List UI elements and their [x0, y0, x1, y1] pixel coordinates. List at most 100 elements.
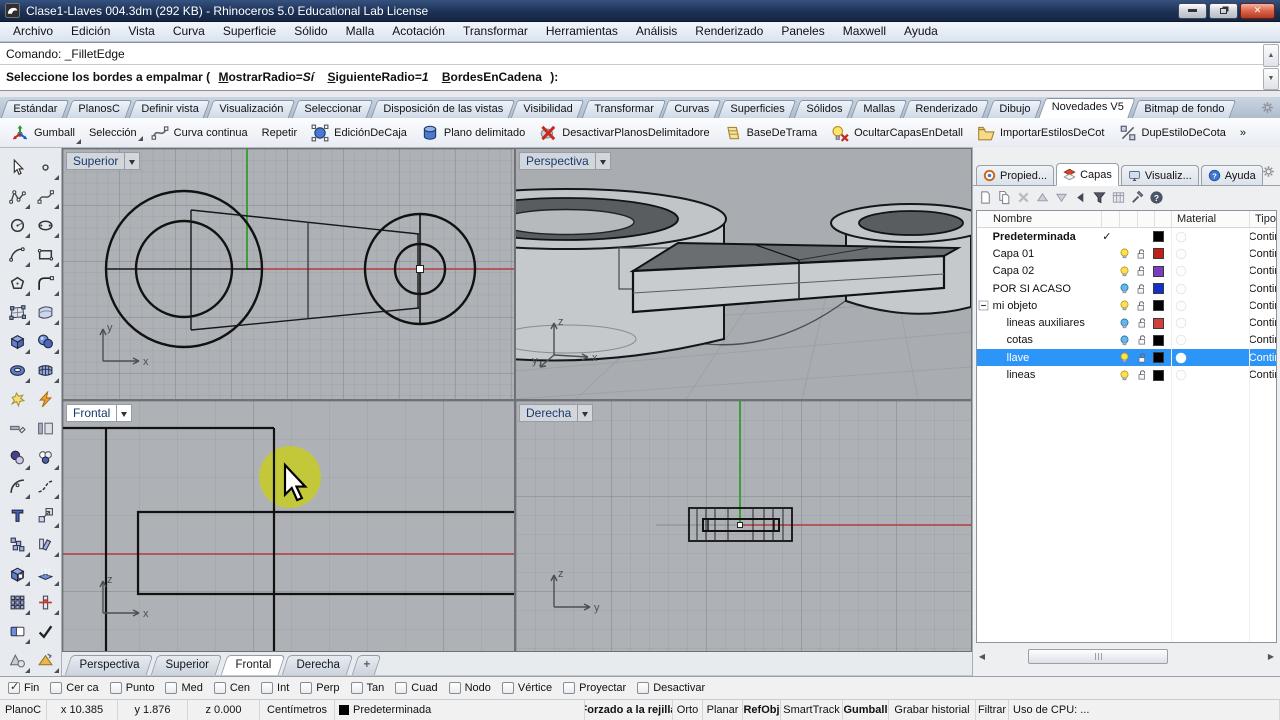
viewport-menu-dropdown-icon[interactable]	[577, 405, 592, 421]
toolbar-tab-novedades-v5[interactable]: Novedades V5	[1038, 98, 1136, 118]
checkbox-cen[interactable]	[213, 682, 226, 694]
viewport-frontal[interactable]: z x Frontal	[63, 401, 514, 651]
menu-item-superficie[interactable]: Superficie	[214, 22, 285, 41]
checkbox-med[interactable]	[165, 682, 178, 694]
collapse-all-button[interactable]	[1073, 190, 1088, 205]
mesh-surface-button[interactable]	[32, 356, 60, 384]
freeform-curve-button[interactable]	[32, 182, 60, 210]
layer-color-swatch[interactable]	[1150, 300, 1167, 312]
add-viewport-tab-button[interactable]: +	[351, 655, 381, 675]
polygon-button[interactable]	[3, 269, 31, 297]
osnap-desactivar[interactable]: Desactivar	[637, 682, 705, 694]
status-refobj[interactable]: RefObj	[743, 700, 781, 720]
toolbar-tab-dibujo[interactable]: Dibujo	[986, 100, 1043, 118]
layer-linetype[interactable]: Continua	[1243, 300, 1276, 312]
cone-button[interactable]	[3, 646, 31, 674]
lock-open-icon[interactable]	[1133, 334, 1150, 346]
toolbar-tab-renderizado[interactable]: Renderizado	[903, 100, 991, 118]
viewport-derecha[interactable]: z y Derecha	[516, 401, 971, 651]
viewport-tab-perspectiva[interactable]: Perspectiva	[64, 655, 154, 675]
toolbar-tab-visibilidad[interactable]: Visibilidad	[511, 100, 586, 118]
rotate-button[interactable]	[32, 530, 60, 558]
layer-linetype[interactable]: Continua	[1243, 352, 1276, 364]
toolbar-tab-transformar[interactable]: Transformar	[581, 100, 666, 118]
menu-item-curva[interactable]: Curva	[164, 22, 214, 41]
panel-tab-propied[interactable]: Propied...	[976, 165, 1055, 185]
status-predeterminada[interactable]: Predeterminada	[335, 700, 585, 720]
osnap-int[interactable]: Int	[261, 682, 289, 694]
-button[interactable]: »	[1233, 124, 1253, 142]
command-prompt-line[interactable]: Seleccione los bordes a empalmar ( Mostr…	[0, 65, 1280, 90]
viewport-superior[interactable]: y x Superior	[63, 149, 514, 399]
viewport-menu-dropdown-icon[interactable]	[116, 405, 131, 421]
status-smarttrack[interactable]: SmartTrack	[781, 700, 843, 720]
osnap-perp[interactable]: Perp	[300, 682, 340, 694]
layer-linetype[interactable]: Continua	[1243, 231, 1276, 243]
menu-item-archivo[interactable]: Archivo	[4, 22, 62, 41]
toolbar-tab-superficies[interactable]: Superficies	[717, 100, 797, 118]
viewport-tab-derecha[interactable]: Derecha	[282, 655, 355, 675]
lock-open-icon[interactable]	[1133, 265, 1150, 277]
seleccion-button[interactable]: Selección	[82, 124, 144, 142]
desactivarplanosdelimitadore-button[interactable]: DesactivarPlanosDelimitadore	[532, 121, 716, 145]
layer-linetype[interactable]: Continua	[1243, 248, 1276, 260]
layer-linetype[interactable]: Continua	[1243, 334, 1276, 346]
viewport-tab-superior[interactable]: Superior	[150, 655, 223, 675]
menu-item-solido[interactable]: Sólido	[285, 22, 336, 41]
lock-open-icon[interactable]	[1133, 317, 1150, 329]
layer-row-por-si-acaso[interactable]: POR SI ACASO Continua	[977, 280, 1276, 297]
fillet-curves-button[interactable]	[3, 472, 31, 500]
grid-array-button[interactable]	[3, 588, 31, 616]
surface-from-points-button[interactable]	[3, 298, 31, 326]
viewport-menu-dropdown-icon[interactable]	[124, 153, 139, 169]
layer-material[interactable]	[1166, 282, 1242, 296]
toolbar-tab-planosc[interactable]: PlanosC	[65, 100, 132, 118]
osnap-punto[interactable]: Punto	[109, 682, 154, 694]
layer-on-bulb-icon[interactable]	[1116, 351, 1134, 364]
solid-edit-button[interactable]	[3, 559, 31, 587]
ocultarcapasendetall-button[interactable]: OcultarCapasEnDetall	[824, 121, 970, 145]
group-button[interactable]	[32, 443, 60, 471]
osnap-cen[interactable]: Cen	[213, 682, 250, 694]
viewport-tab-frontal[interactable]: Frontal	[220, 655, 285, 675]
lock-open-icon[interactable]	[1133, 369, 1150, 381]
layer-linetype[interactable]: Continua	[1243, 369, 1276, 381]
move-layer-up-button[interactable]	[1035, 190, 1050, 205]
copy-array-button[interactable]	[3, 530, 31, 558]
status-forzado-a-la-rejilla[interactable]: Forzado a la rejilla	[585, 700, 673, 720]
layer-off-bulb-icon[interactable]	[1116, 282, 1134, 295]
layer-row-llave[interactable]: llave Continua	[977, 349, 1276, 367]
checkbox-punto[interactable]	[109, 682, 122, 694]
rectangle-button[interactable]	[32, 240, 60, 268]
osnap-cuad[interactable]: Cuad	[395, 682, 438, 694]
panel-tab-ayuda[interactable]: ? Ayuda	[1200, 165, 1263, 185]
trim-button[interactable]	[3, 414, 31, 442]
panel-tab-capas[interactable]: Capas	[1056, 163, 1119, 186]
gumball-button[interactable]: Gumball	[4, 121, 82, 145]
toolbar-tab-estandar[interactable]: Estándar	[0, 100, 70, 118]
layer-color-swatch[interactable]	[1150, 317, 1167, 329]
layer-material[interactable]	[1166, 299, 1242, 313]
layer-off-bulb-icon[interactable]	[1116, 317, 1134, 330]
layer-row-capa-02[interactable]: Capa 02 Continua	[977, 263, 1276, 280]
toolbar-tab-curvas[interactable]: Curvas	[661, 100, 722, 118]
basedetrama-button[interactable]: BaseDeTrama	[717, 121, 825, 145]
menu-item-ayuda[interactable]: Ayuda	[895, 22, 947, 41]
menu-item-analisis[interactable]: Análisis	[627, 22, 686, 41]
copy-layer-button[interactable]	[997, 190, 1012, 205]
point-button[interactable]	[32, 153, 60, 181]
toolbar-tab-solidos[interactable]: Sólidos	[793, 100, 854, 118]
scroll-up-icon[interactable]: ▲	[1263, 44, 1279, 67]
split-button[interactable]	[32, 414, 60, 442]
viewport-title-superior[interactable]: Superior	[66, 152, 141, 170]
scroll-down-icon[interactable]: ▼	[1263, 67, 1279, 90]
layer-color-swatch[interactable]	[1150, 283, 1167, 295]
surface-button[interactable]	[32, 298, 60, 326]
checkbox-proyectar[interactable]	[563, 682, 576, 694]
lock-open-icon[interactable]	[1133, 352, 1150, 364]
viewport-menu-dropdown-icon[interactable]	[594, 153, 610, 169]
join-button[interactable]	[3, 443, 31, 471]
layer-material[interactable]	[1166, 247, 1242, 261]
minimize-button[interactable]	[1178, 2, 1207, 19]
polyline-button[interactable]	[3, 182, 31, 210]
